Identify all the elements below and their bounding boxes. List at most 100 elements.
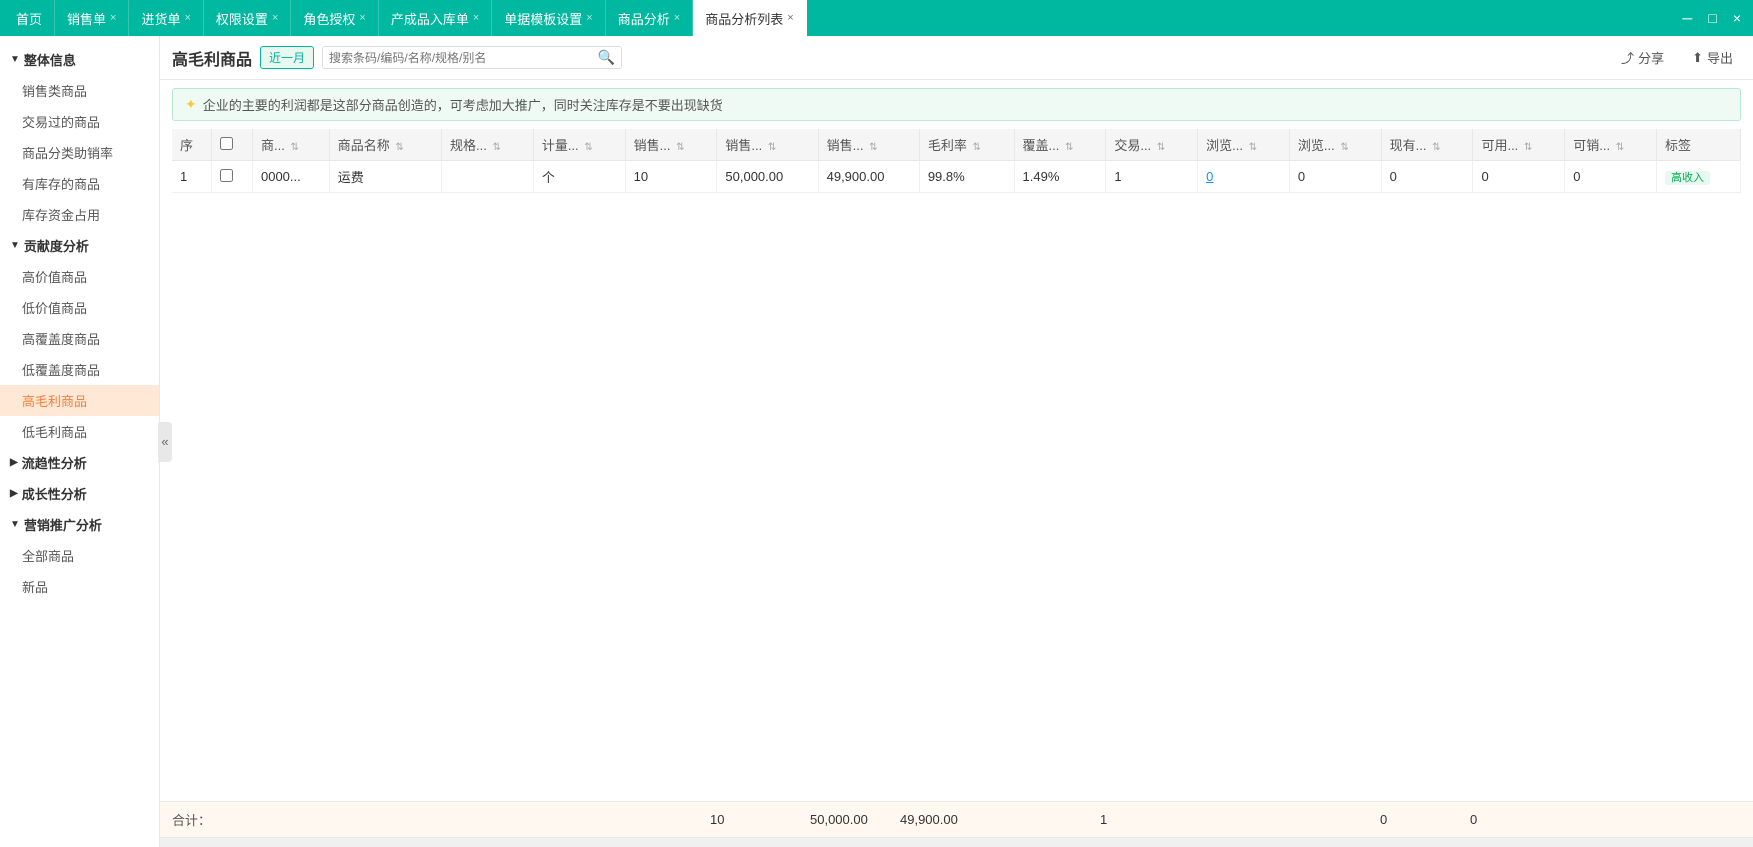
search-icon[interactable]: 🔍 (598, 49, 615, 66)
export-btn[interactable]: ⬆ 导出 (1684, 44, 1741, 71)
sort-icon-view1[interactable]: ⇅ (1249, 142, 1257, 153)
cell-unit: 个 (533, 161, 625, 193)
total-sale-amount: 50,000.00 (802, 812, 892, 827)
sidebar-item-low-value[interactable]: 低价值商品 (0, 292, 159, 323)
nav-home[interactable]: 首页 (4, 0, 55, 36)
arrow-marketing: ▼ (10, 519, 20, 530)
arrow-flow: ▶ (10, 457, 18, 468)
sort-icon-spec[interactable]: ⇅ (493, 142, 501, 153)
sidebar-item-all-goods[interactable]: 全部商品 (0, 540, 159, 571)
nav-close-product-analysis[interactable]: × (674, 12, 680, 24)
nav-permissions[interactable]: 权限设置 × (204, 0, 291, 36)
total-sale-cost: 49,900.00 (892, 812, 982, 827)
sidebar-item-traded-goods[interactable]: 交易过的商品 (0, 106, 159, 137)
nav-close-product-analysis-list[interactable]: × (787, 12, 793, 24)
content-header: 高毛利商品 近一月 🔍 ⤴ 分享 ⬆ 导出 (160, 36, 1753, 80)
sort-icon-trade[interactable]: ⇅ (1157, 142, 1165, 153)
content-area: 高毛利商品 近一月 🔍 ⤴ 分享 ⬆ 导出 ✦ 企业的主要的利润都是这部分商品创… (160, 36, 1753, 847)
sort-icon-coverage[interactable]: ⇅ (1065, 142, 1073, 153)
sidebar-group-overall[interactable]: ▼ 整体信息 (0, 44, 159, 75)
sort-icon-name[interactable]: ⇅ (395, 142, 403, 153)
nav-close-permissions[interactable]: × (272, 12, 278, 24)
row-checkbox[interactable] (220, 169, 233, 182)
sort-icon-gross-margin[interactable]: ⇅ (972, 142, 980, 153)
cell-sale-amount: 50,000.00 (717, 161, 818, 193)
bottom-scrollbar[interactable] (160, 837, 1753, 847)
top-nav: 首页 销售单 × 进货单 × 权限设置 × 角色授权 × 产成品入库单 × 单据… (0, 0, 1753, 36)
sidebar-item-low-margin[interactable]: 低毛利商品 (0, 416, 159, 447)
total-sale-qty: 10 (702, 812, 792, 827)
cell-tag: 高收入 (1657, 161, 1741, 193)
sort-icon-available[interactable]: ⇅ (1524, 142, 1532, 153)
sidebar: ▼ 整体信息 销售类商品 交易过的商品 商品分类助销率 有库存的商品 库存资金占… (0, 36, 160, 847)
sort-icon-view2[interactable]: ⇅ (1340, 142, 1348, 153)
sidebar-wrapper: ▼ 整体信息 销售类商品 交易过的商品 商品分类助销率 有库存的商品 库存资金占… (0, 36, 160, 847)
nav-product-analysis[interactable]: 商品分析 × (606, 0, 693, 36)
nav-sales[interactable]: 销售单 × (55, 0, 129, 36)
th-spec: 规格... ⇅ (442, 129, 534, 161)
sidebar-group-flow[interactable]: ▶ 流趋性分析 (0, 447, 159, 478)
sidebar-item-high-coverage[interactable]: 高覆盖度商品 (0, 323, 159, 354)
header-actions: ⤴ 分享 ⬆ 导出 (1613, 44, 1741, 71)
cell-spec (442, 161, 534, 193)
sort-icon-current[interactable]: ⇅ (1432, 142, 1440, 153)
sidebar-item-category-rate[interactable]: 商品分类助销率 (0, 137, 159, 168)
sort-icon-unit[interactable]: ⇅ (584, 142, 592, 153)
share-btn[interactable]: ⤴ 分享 (1613, 44, 1672, 71)
th-gross-margin: 毛利率 ⇅ (919, 129, 1014, 161)
total-label: 合计： (172, 810, 372, 829)
sort-icon-saleable[interactable]: ⇅ (1616, 142, 1624, 153)
sidebar-item-high-margin[interactable]: 高毛利商品 (0, 385, 159, 416)
sidebar-collapse-btn[interactable]: « (158, 422, 172, 462)
search-box: 🔍 (322, 46, 622, 69)
tag-high-income: 高收入 (1665, 171, 1710, 185)
nav-close-purchase[interactable]: × (184, 12, 190, 24)
th-trade: 交易... ⇅ (1106, 129, 1198, 161)
sidebar-group-contribution[interactable]: ▼ 贡献度分析 (0, 230, 159, 261)
cell-code: 0000... (252, 161, 329, 193)
select-all-checkbox[interactable] (220, 137, 233, 150)
sidebar-item-capital-occupation[interactable]: 库存资金占用 (0, 199, 159, 230)
sort-icon-sale-amount[interactable]: ⇅ (768, 142, 776, 153)
nav-close-template[interactable]: × (586, 12, 592, 24)
sort-icon-sale-cost[interactable]: ⇅ (869, 142, 877, 153)
sidebar-group-growth[interactable]: ▶ 成长性分析 (0, 478, 159, 509)
th-sale-amount: 销售... ⇅ (717, 129, 818, 161)
sidebar-group-marketing[interactable]: ▼ 营销推广分析 (0, 509, 159, 540)
total-current: 0 (1372, 812, 1462, 827)
arrow-growth: ▶ (10, 488, 18, 499)
cell-name: 运费 (329, 161, 441, 193)
cell-seq: 1 (172, 161, 212, 193)
nav-close-finished-goods[interactable]: × (473, 12, 479, 24)
sidebar-item-low-coverage[interactable]: 低覆盖度商品 (0, 354, 159, 385)
nav-close-sales[interactable]: × (110, 12, 116, 24)
sort-icon-sale-qty[interactable]: ⇅ (676, 142, 684, 153)
sidebar-item-in-stock[interactable]: 有库存的商品 (0, 168, 159, 199)
sort-icon-code[interactable]: ⇅ (290, 142, 298, 153)
th-tag: 标签 (1657, 129, 1741, 161)
sidebar-item-sales-goods[interactable]: 销售类商品 (0, 75, 159, 106)
nav-product-analysis-list[interactable]: 商品分析列表 × (693, 0, 806, 36)
share-icon: ⤴ (1621, 48, 1634, 67)
nav-close-roles[interactable]: × (359, 12, 365, 24)
cell-saleable: 0 (1565, 161, 1657, 193)
cell-trade: 1 (1106, 161, 1198, 193)
nav-roles[interactable]: 角色授权 × (291, 0, 378, 36)
nav-purchase[interactable]: 进货单 × (129, 0, 203, 36)
cell-checkbox (212, 161, 253, 193)
nav-template[interactable]: 单据模板设置 × (492, 0, 605, 36)
sidebar-item-high-value[interactable]: 高价值商品 (0, 261, 159, 292)
sidebar-item-new-goods[interactable]: 新品 (0, 571, 159, 602)
table-header-row: 序 商... ⇅ 商品名称 ⇅ (172, 129, 1741, 161)
cell-available: 0 (1473, 161, 1565, 193)
time-filter-btn[interactable]: 近一月 (260, 46, 314, 69)
window-minimize[interactable]: ─ (1674, 0, 1700, 36)
view1-link[interactable]: 0 (1206, 169, 1213, 184)
nav-finished-goods[interactable]: 产成品入库单 × (379, 0, 492, 36)
window-close[interactable]: × (1725, 0, 1749, 36)
search-input[interactable] (329, 51, 598, 65)
window-maximize[interactable]: □ (1700, 0, 1724, 36)
th-coverage: 覆盖... ⇅ (1014, 129, 1106, 161)
main-layout: ▼ 整体信息 销售类商品 交易过的商品 商品分类助销率 有库存的商品 库存资金占… (0, 36, 1753, 847)
arrow-overall: ▼ (10, 54, 20, 65)
